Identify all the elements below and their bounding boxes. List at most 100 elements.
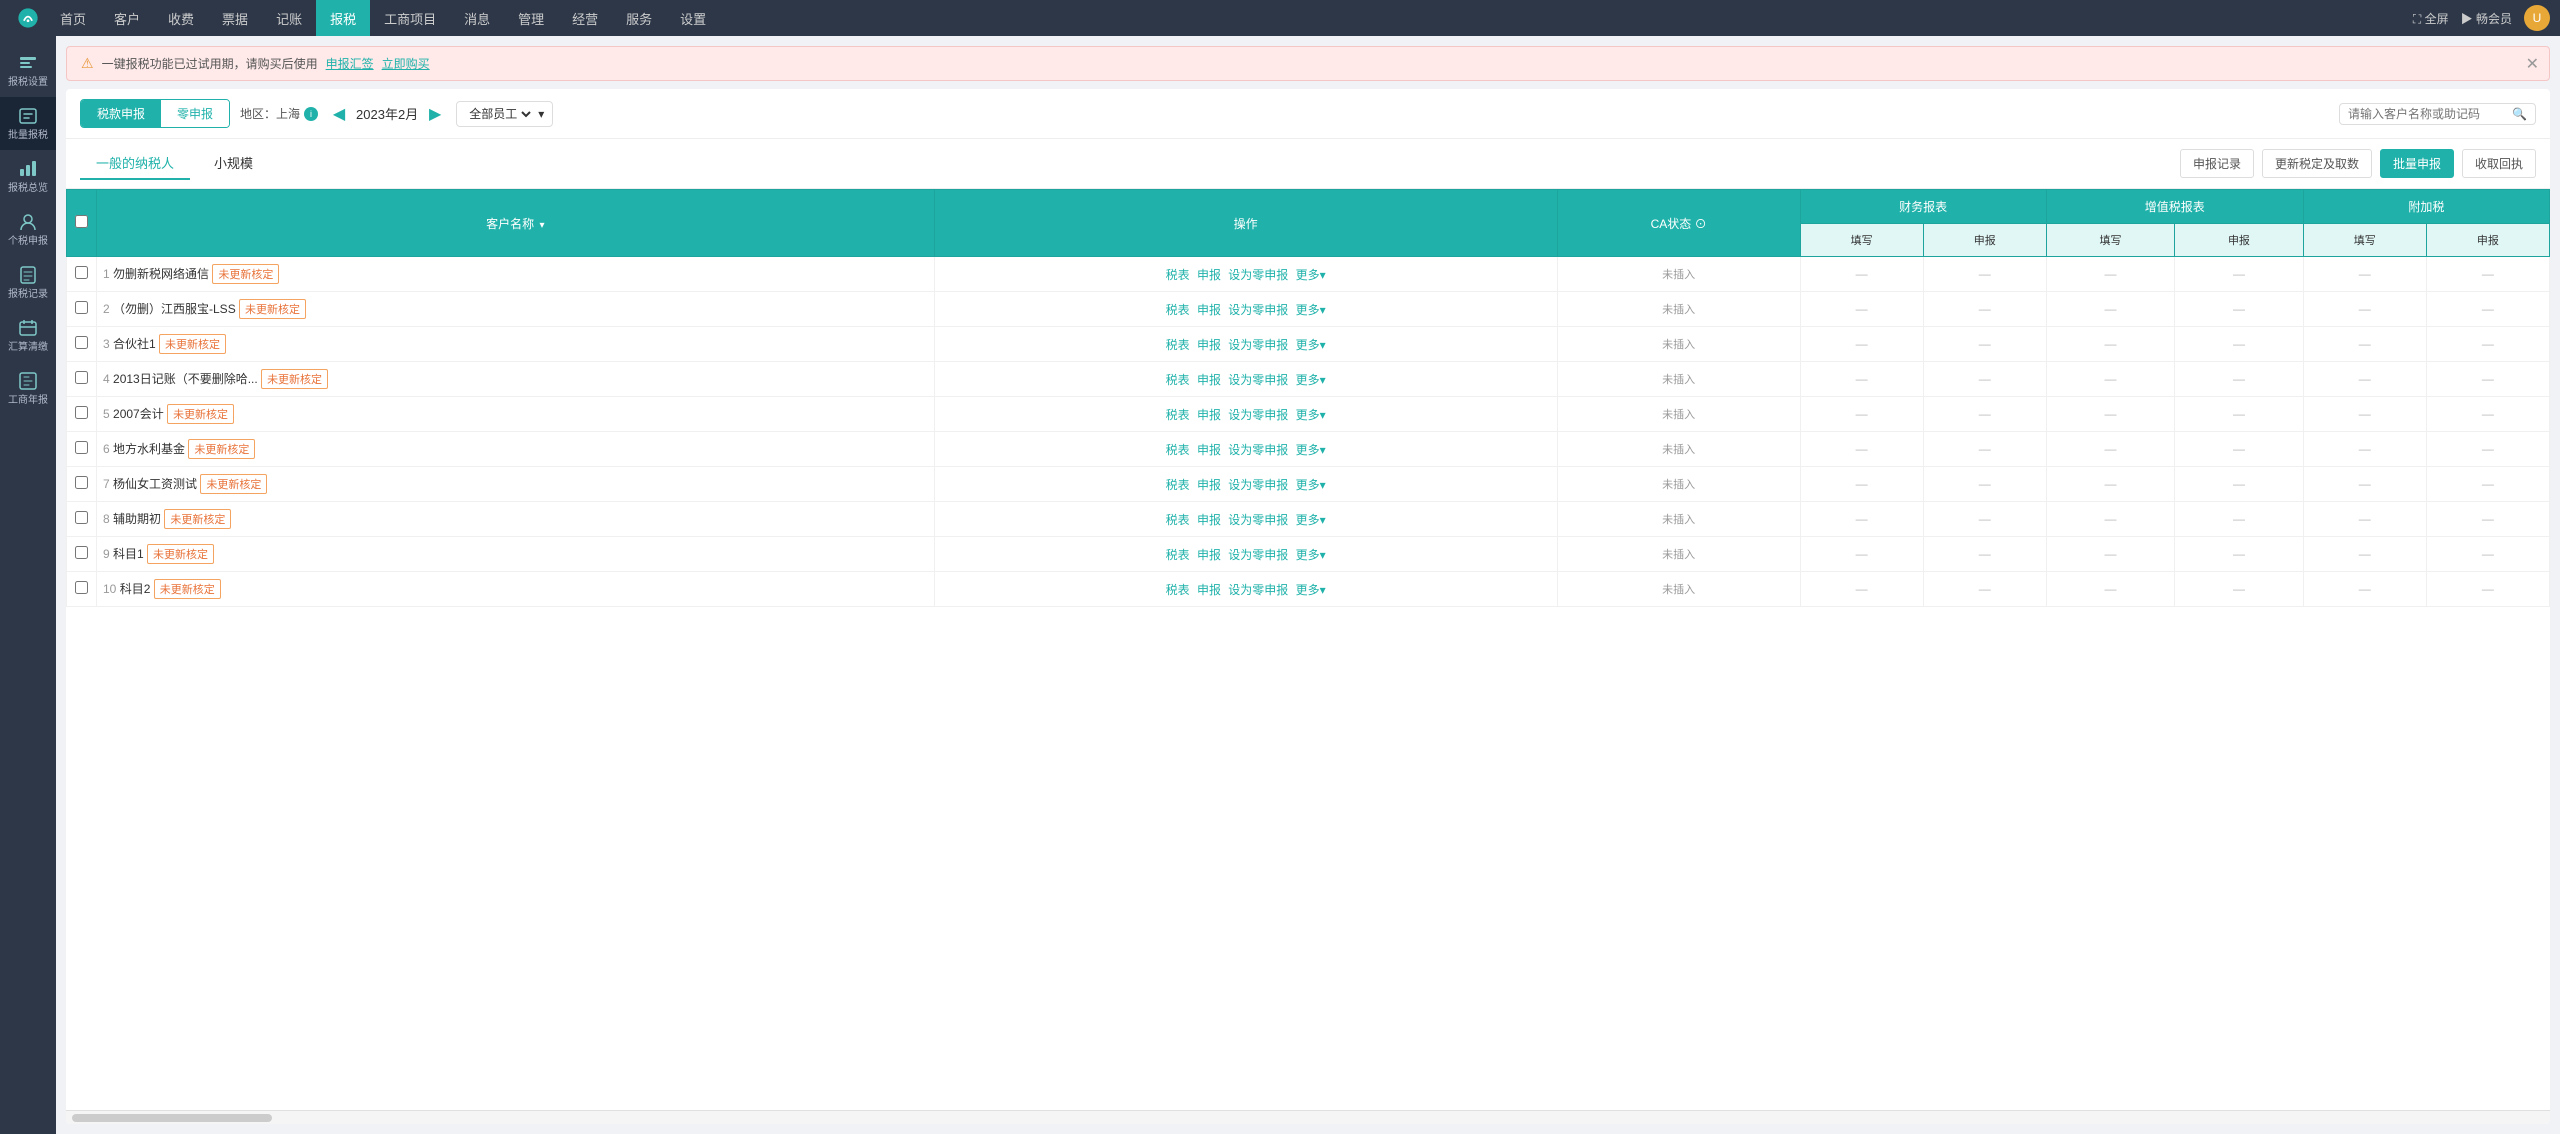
op-zero[interactable]: 设为零申报 <box>1228 408 1288 422</box>
row-operations: 税表 申报 设为零申报 更多▾ <box>934 502 1557 537</box>
nav-operation[interactable]: 经营 <box>558 0 612 36</box>
th-client-name[interactable]: 客户名称 ▾ <box>97 190 935 257</box>
row-checkbox-5[interactable] <box>75 441 88 454</box>
zero-report-tab[interactable]: 零申报 <box>161 100 229 127</box>
op-more[interactable]: 更多▾ <box>1296 513 1326 527</box>
op-declare[interactable]: 申报 <box>1197 478 1221 492</box>
nav-settings[interactable]: 设置 <box>666 0 720 36</box>
logo <box>10 0 46 36</box>
op-tax-form[interactable]: 税表 <box>1166 478 1190 492</box>
next-month-btn[interactable]: ▶ <box>424 103 446 125</box>
op-declare[interactable]: 申报 <box>1197 373 1221 387</box>
user-avatar[interactable]: U <box>2524 5 2550 31</box>
nav-ledger[interactable]: 记账 <box>262 0 316 36</box>
row-checkbox-6[interactable] <box>75 476 88 489</box>
op-zero[interactable]: 设为零申报 <box>1228 303 1288 317</box>
update-quota-btn[interactable]: 更新税定及取数 <box>2262 149 2372 178</box>
op-more[interactable]: 更多▾ <box>1296 408 1326 422</box>
row-checkbox-0[interactable] <box>75 266 88 279</box>
op-tax-form[interactable]: 税表 <box>1166 548 1190 562</box>
apply-record-btn[interactable]: 申报记录 <box>2180 149 2254 178</box>
search-input[interactable] <box>2348 107 2508 121</box>
op-tax-form[interactable]: 税表 <box>1166 443 1190 457</box>
staff-select-input[interactable]: 全部员工 <box>465 106 534 122</box>
tab-small-scale[interactable]: 小规模 <box>198 147 269 180</box>
op-zero[interactable]: 设为零申报 <box>1228 443 1288 457</box>
op-declare[interactable]: 申报 <box>1197 338 1221 352</box>
op-tax-form[interactable]: 税表 <box>1166 373 1190 387</box>
tax-declare-tab[interactable]: 税款申报 <box>81 100 161 127</box>
op-tax-form[interactable]: 税表 <box>1166 513 1190 527</box>
op-declare[interactable]: 申报 <box>1197 583 1221 597</box>
op-zero[interactable]: 设为零申报 <box>1228 373 1288 387</box>
op-more[interactable]: 更多▾ <box>1296 373 1326 387</box>
nav-message[interactable]: 消息 <box>450 0 504 36</box>
row-checkbox-1[interactable] <box>75 301 88 314</box>
month-nav: ◀ 2023年2月 ▶ <box>328 103 446 125</box>
op-declare[interactable]: 申报 <box>1197 443 1221 457</box>
op-zero[interactable]: 设为零申报 <box>1228 548 1288 562</box>
op-more[interactable]: 更多▾ <box>1296 303 1326 317</box>
op-declare[interactable]: 申报 <box>1197 548 1221 562</box>
search-icon[interactable]: 🔍 <box>2512 107 2527 121</box>
nav-business[interactable]: 工商项目 <box>370 0 450 36</box>
立即购买-link[interactable]: 立即购买 <box>382 55 430 72</box>
row-checkbox-4[interactable] <box>75 406 88 419</box>
op-zero[interactable]: 设为零申报 <box>1228 338 1288 352</box>
op-tax-form[interactable]: 税表 <box>1166 268 1190 282</box>
row-checkbox-7[interactable] <box>75 511 88 524</box>
select-all-checkbox[interactable] <box>75 215 88 228</box>
nav-management[interactable]: 管理 <box>504 0 558 36</box>
row-add-fill: — <box>2303 467 2426 502</box>
fullscreen-btn[interactable]: ⛶ 全屏 <box>2413 10 2449 27</box>
op-zero[interactable]: 设为零申报 <box>1228 478 1288 492</box>
sidebar-item-personal-tax[interactable]: 个税申报 <box>0 203 56 256</box>
row-checkbox-8[interactable] <box>75 546 88 559</box>
申报汇签-link[interactable]: 申报汇签 <box>326 55 374 72</box>
sidebar-item-annual[interactable]: 汇算清缴 <box>0 309 56 362</box>
batch-declare-btn[interactable]: 批量申报 <box>2380 149 2454 178</box>
row-checkbox-2[interactable] <box>75 336 88 349</box>
op-declare[interactable]: 申报 <box>1197 513 1221 527</box>
op-zero[interactable]: 设为零申报 <box>1228 513 1288 527</box>
sidebar-item-overview[interactable]: 报税总览 <box>0 150 56 203</box>
op-more[interactable]: 更多▾ <box>1296 548 1326 562</box>
op-more[interactable]: 更多▾ <box>1296 338 1326 352</box>
row-checkbox-9[interactable] <box>75 581 88 594</box>
sidebar-item-business-report[interactable]: 工商年报 <box>0 362 56 415</box>
staff-filter[interactable]: 全部员工 ▾ <box>456 101 553 127</box>
nav-billing[interactable]: 收费 <box>154 0 208 36</box>
op-more[interactable]: 更多▾ <box>1296 583 1326 597</box>
op-zero[interactable]: 设为零申报 <box>1228 583 1288 597</box>
row-checkbox-3[interactable] <box>75 371 88 384</box>
op-declare[interactable]: 申报 <box>1197 268 1221 282</box>
notification-close-btn[interactable]: ✕ <box>2526 54 2539 74</box>
collect-return-btn[interactable]: 收取回执 <box>2462 149 2536 178</box>
nav-invoice[interactable]: 票据 <box>208 0 262 36</box>
nav-home[interactable]: 首页 <box>46 0 100 36</box>
tab-general-taxpayer[interactable]: 一般的纳税人 <box>80 147 190 180</box>
row-tax-declare: — <box>2175 257 2303 292</box>
member-btn[interactable]: ▶ 畅会员 <box>2461 10 2512 27</box>
table-row: 7 杨仙女工资测试 未更新核定 税表 申报 设为零申报 更多▾ 未插入 — — … <box>67 467 2550 502</box>
region-info-icon[interactable]: i <box>304 107 318 121</box>
scroll-bar[interactable] <box>66 1110 2550 1124</box>
sidebar-item-tax-settings[interactable]: 报税设置 <box>0 44 56 97</box>
op-tax-form[interactable]: 税表 <box>1166 303 1190 317</box>
nav-service[interactable]: 服务 <box>612 0 666 36</box>
op-more[interactable]: 更多▾ <box>1296 478 1326 492</box>
prev-month-btn[interactable]: ◀ <box>328 103 350 125</box>
op-declare[interactable]: 申报 <box>1197 408 1221 422</box>
nav-customer[interactable]: 客户 <box>100 0 154 36</box>
op-more[interactable]: 更多▾ <box>1296 268 1326 282</box>
op-more[interactable]: 更多▾ <box>1296 443 1326 457</box>
scroll-thumb[interactable] <box>72 1114 272 1122</box>
op-tax-form[interactable]: 税表 <box>1166 408 1190 422</box>
sidebar-item-tax-records[interactable]: 报税记录 <box>0 256 56 309</box>
sidebar-item-batch-tax[interactable]: 批量报税 <box>0 97 56 150</box>
op-zero[interactable]: 设为零申报 <box>1228 268 1288 282</box>
op-tax-form[interactable]: 税表 <box>1166 338 1190 352</box>
nav-tax[interactable]: 报税 <box>316 0 370 36</box>
op-declare[interactable]: 申报 <box>1197 303 1221 317</box>
op-tax-form[interactable]: 税表 <box>1166 583 1190 597</box>
